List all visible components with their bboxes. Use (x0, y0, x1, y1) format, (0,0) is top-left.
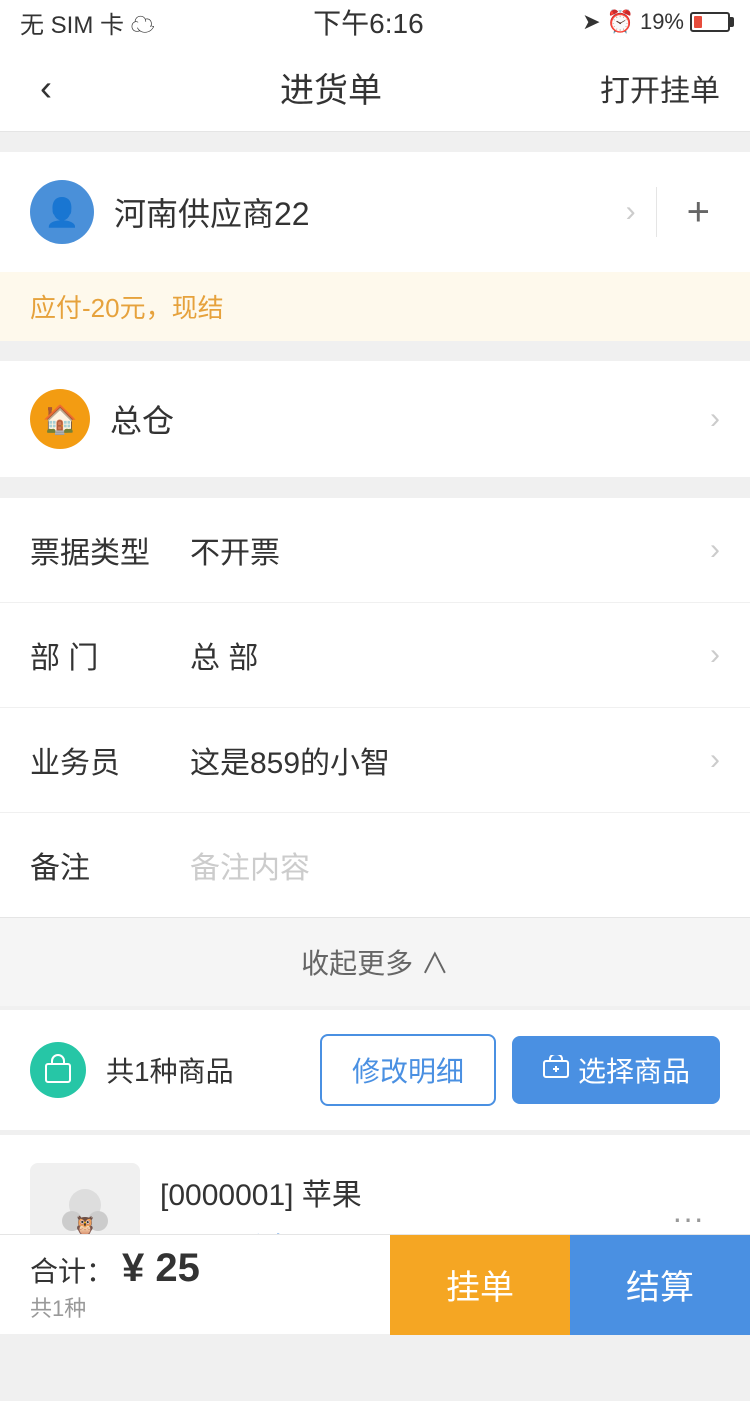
warehouse-section: 🏠 总仓 › (0, 361, 750, 477)
warehouse-icon: 🏠 (30, 389, 90, 449)
divider-4 (0, 1130, 750, 1132)
department-chevron-icon: › (710, 638, 720, 672)
product-name: [0000001] 苹果 (160, 1170, 656, 1214)
invoice-type-row[interactable]: 票据类型 不开票 › (0, 497, 750, 602)
supplier-name[interactable]: 河南供应商22 (114, 189, 626, 235)
department-label: 部 门 (30, 633, 170, 677)
alarm-icon: ⏰ (607, 9, 634, 35)
products-count-label: 共1种商品 (106, 1050, 320, 1090)
department-row[interactable]: 部 门 总 部 › (0, 602, 750, 707)
status-right: ➤ ⏰ 19% (582, 9, 730, 35)
battery-icon (690, 12, 730, 32)
total-sub-label: 共1种 (30, 1291, 360, 1323)
pay-button[interactable]: 结算 (570, 1235, 750, 1335)
status-time: 下午6:16 (313, 2, 424, 42)
warehouse-name: 总仓 (110, 396, 710, 442)
back-button[interactable]: ‹ (30, 57, 62, 119)
status-bar: 无 SIM 卡 ☁ 下午6:16 ➤ ⏰ 19% (0, 0, 750, 44)
invoice-chevron-icon: › (710, 533, 720, 567)
avatar-icon: 👤 (45, 196, 80, 229)
supplier-row: 👤 河南供应商22 › + (0, 152, 750, 272)
collapse-button[interactable]: 收起更多 ∧ (0, 917, 750, 1006)
remark-label: 备注 (30, 843, 170, 887)
supplier-divider (656, 187, 657, 237)
products-header: 共1种商品 修改明细 选择商品 (0, 1010, 750, 1130)
supplier-section: 👤 河南供应商22 › + 应付-20元，现结 (0, 152, 750, 341)
remark-input[interactable]: 备注内容 (190, 843, 720, 887)
warehouse-row[interactable]: 🏠 总仓 › (0, 361, 750, 477)
page-title: 进货单 (280, 63, 382, 112)
salesperson-chevron-icon: › (710, 743, 720, 777)
add-supplier-button[interactable]: + (677, 190, 720, 235)
invoice-type-value: 不开票 (190, 528, 710, 572)
sim-text: 无 SIM 卡 ☁ (20, 5, 155, 40)
total-label-text: 合计： (30, 1250, 114, 1290)
supplier-avatar: 👤 (30, 180, 94, 244)
supplier-chevron-icon: › (626, 195, 636, 229)
open-pending-button[interactable]: 打开挂单 (600, 66, 720, 110)
remark-row[interactable]: 备注 备注内容 (0, 812, 750, 917)
hold-button[interactable]: 挂单 (390, 1235, 570, 1335)
bottom-bar: 合计： ¥ 25 共1种 挂单 结算 (0, 1234, 750, 1334)
department-value: 总 部 (190, 633, 710, 677)
nav-bar: ‹ 进货单 打开挂单 (0, 44, 750, 132)
warehouse-chevron-icon: › (710, 402, 720, 436)
invoice-type-label: 票据类型 (30, 528, 170, 572)
salesperson-label: 业务员 (30, 738, 170, 782)
divider-2 (0, 477, 750, 497)
battery-text: 19% (640, 9, 684, 35)
products-icon (30, 1042, 86, 1098)
select-products-label: 选择商品 (578, 1050, 690, 1090)
divider-3 (0, 1006, 750, 1008)
total-label: 合计： ¥ 25 (30, 1246, 360, 1291)
notice-banner: 应付-20元，现结 (0, 272, 750, 341)
select-products-button[interactable]: 选择商品 (512, 1036, 720, 1104)
top-divider (0, 132, 750, 152)
location-icon: ➤ (582, 9, 600, 35)
divider-1 (0, 341, 750, 361)
status-left: 无 SIM 卡 ☁ (20, 5, 155, 40)
total-section: 合计： ¥ 25 共1种 (0, 1246, 390, 1323)
salesperson-value: 这是859的小智 (190, 738, 710, 782)
edit-details-button[interactable]: 修改明细 (320, 1034, 496, 1106)
form-section: 票据类型 不开票 › 部 门 总 部 › 业务员 这是859的小智 › 备注 备… (0, 497, 750, 917)
total-amount: ¥ 25 (122, 1246, 200, 1291)
salesperson-row[interactable]: 业务员 这是859的小智 › (0, 707, 750, 812)
cart-icon (542, 1054, 570, 1086)
